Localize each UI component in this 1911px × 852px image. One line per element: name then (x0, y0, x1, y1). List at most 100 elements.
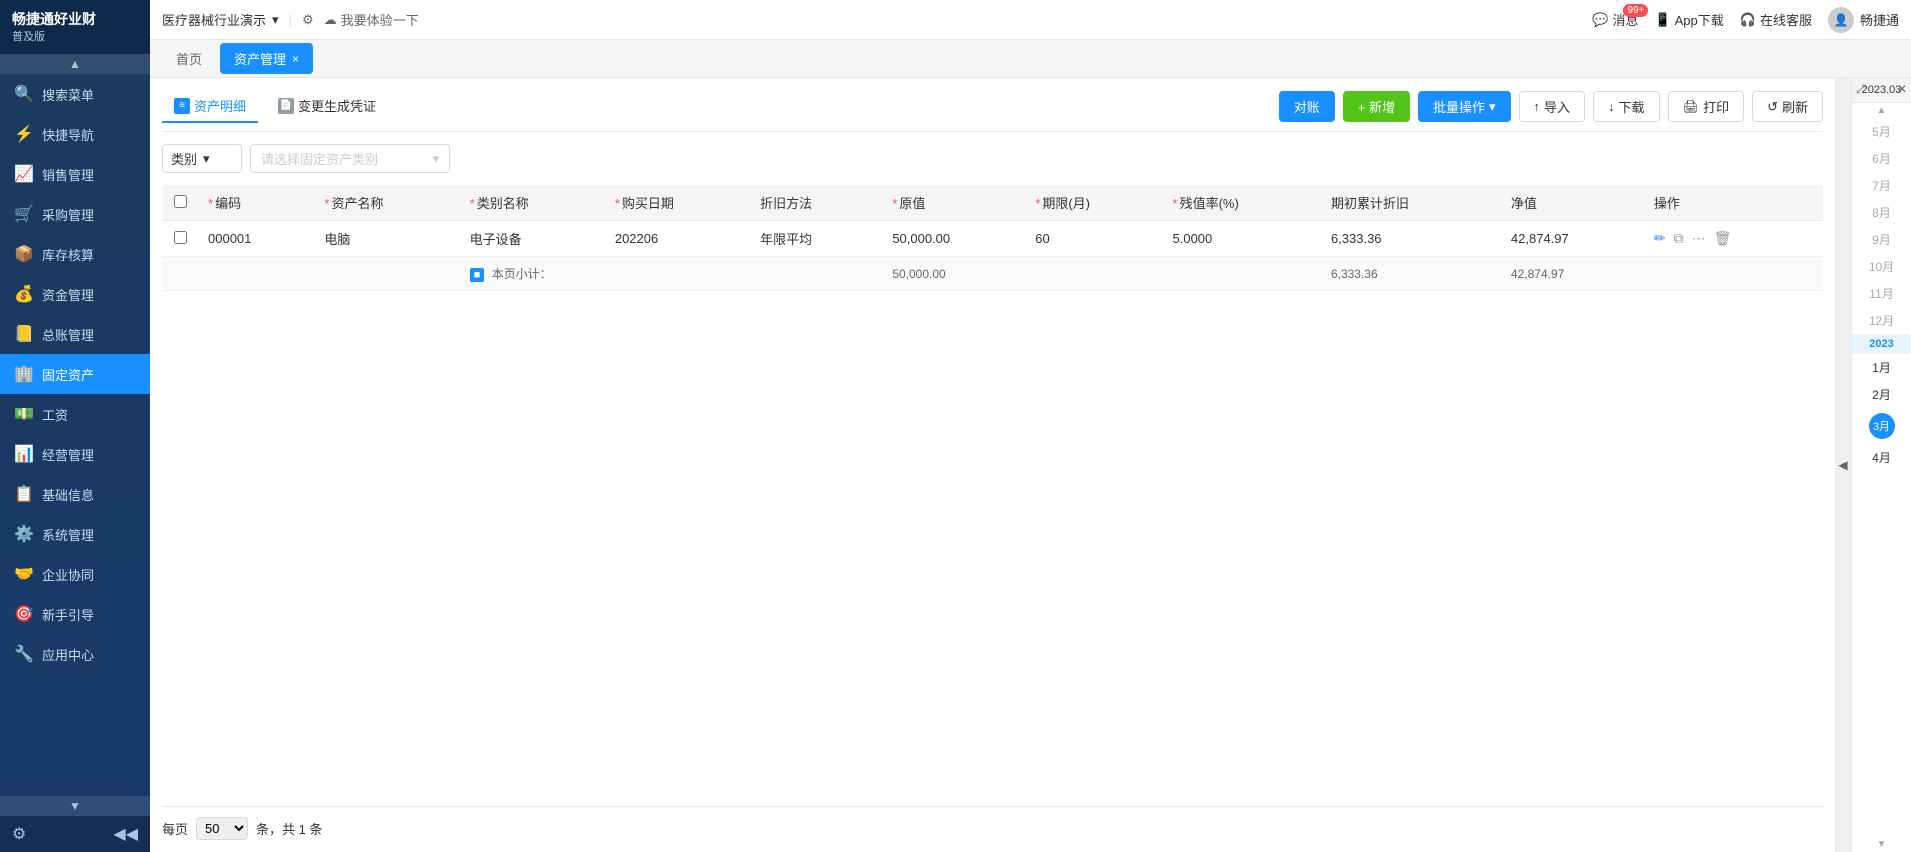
sidebar-item-basic-info[interactable]: 📋 基础信息 (0, 474, 150, 514)
message-button[interactable]: 💬 消息 99+ (1592, 10, 1638, 29)
calendar-month-11[interactable]: 11月 (1852, 280, 1911, 307)
calendar-month-5[interactable]: 5月 (1852, 118, 1911, 145)
calendar-scroll-up[interactable]: ▲ (1852, 103, 1911, 118)
batch-button[interactable]: 批量操作 ▾ (1418, 91, 1511, 122)
delete-icon[interactable]: 🗑 (1714, 230, 1732, 247)
ledger-icon: 📒 (14, 324, 34, 344)
filter-label: 类别 (171, 149, 197, 168)
sidebar-item-fixed-assets[interactable]: 🏢 固定资产 (0, 354, 150, 394)
cell-code: 000001 (198, 221, 314, 257)
sidebar-scroll-down[interactable]: ▼ (0, 796, 150, 816)
sidebar-item-capital[interactable]: 💰 资金管理 (0, 274, 150, 314)
tab-close-button[interactable]: × (292, 52, 299, 66)
sidebar-item-ledger[interactable]: 📒 总账管理 (0, 314, 150, 354)
calendar-month-1[interactable]: 1月 (1852, 354, 1911, 381)
settings-gear-icon[interactable]: ⚙ (302, 12, 314, 28)
app-center-icon: 🔧 (14, 644, 34, 664)
settings-icon[interactable]: ⚙ (12, 824, 26, 844)
refresh-label: 刷新 (1782, 97, 1808, 116)
sidebar-nav: 🔍 搜索菜单 ⚡ 快捷导航 📈 销售管理 🛒 采购管理 📦 库存核算 💰 资金管… (0, 74, 150, 796)
import-button[interactable]: ↑ 导入 (1519, 91, 1586, 122)
sidebar-item-label: 搜索菜单 (42, 85, 94, 104)
calendar-month-7[interactable]: 7月 (1852, 172, 1911, 199)
main-content: ≡ 资产明细 📄 变更生成凭证 对账 + 新增 批量操作 ▾ ↑ (150, 78, 1835, 852)
tab-asset-management[interactable]: 资产管理 × (220, 43, 313, 74)
cell-depreciation-method: 年限平均 (750, 221, 882, 257)
row-checkbox[interactable] (174, 231, 187, 244)
calendar-month-8[interactable]: 8月 (1852, 199, 1911, 226)
copy-icon[interactable]: ⧉ (1674, 230, 1684, 247)
cell-original-value: 50,000.00 (882, 221, 1025, 257)
calendar-month-12[interactable]: 12月 (1852, 307, 1911, 334)
col-original-value: *原值 (882, 185, 1025, 221)
collapse-icon[interactable]: ◀◀ (113, 824, 138, 844)
calendar-month-2[interactable]: 2月 (1852, 381, 1911, 408)
service-button[interactable]: 🎧 在线客服 (1740, 10, 1812, 29)
sidebar-item-app-center[interactable]: 🔧 应用中心 (0, 634, 150, 674)
category-filter[interactable]: 类别 ▾ (162, 144, 242, 173)
sidebar-item-search[interactable]: 🔍 搜索菜单 (0, 74, 150, 114)
right-panel-expand-button[interactable]: ⤢ (1856, 82, 1866, 97)
more-icon[interactable]: ⋯ (1692, 230, 1706, 247)
calendar-month-3-current[interactable]: 3月 (1869, 413, 1895, 439)
tab-home[interactable]: 首页 (162, 43, 216, 74)
sidebar-item-label: 快捷导航 (42, 125, 94, 144)
select-all-checkbox[interactable] (174, 195, 187, 208)
cell-name: 电脑 (314, 221, 459, 257)
download-button[interactable]: 📱 App下载 (1654, 10, 1723, 29)
sidebar-item-label: 经营管理 (42, 445, 94, 464)
right-panel-close-button[interactable]: ✕ (1897, 82, 1907, 96)
user-menu[interactable]: 👤 畅捷通 (1828, 7, 1899, 33)
experience-button[interactable]: ☁ 我要体验一下 (324, 10, 419, 29)
message-badge: 99+ (1623, 4, 1648, 17)
download-button[interactable]: ↓ 下载 (1593, 91, 1660, 122)
sidebar-item-inventory[interactable]: 📦 库存核算 (0, 234, 150, 274)
sidebar-item-label: 企业协同 (42, 565, 94, 584)
sub-tab-change-voucher[interactable]: 📄 变更生成凭证 (266, 90, 388, 123)
calendar-month-9[interactable]: 9月 (1852, 226, 1911, 253)
category-input[interactable]: 请选择固定资产类别 ▾ (250, 144, 450, 173)
calendar-month-4[interactable]: 4月 (1852, 444, 1911, 471)
panel-collapse-button[interactable]: ◀ (1835, 78, 1851, 852)
sidebar-item-quick-nav[interactable]: ⚡ 快捷导航 (0, 114, 150, 154)
sidebar-scroll-up[interactable]: ▲ (0, 54, 150, 74)
table-wrapper: *编码 *资产名称 *类别名称 *购买日期 折旧方法 *原值 *期限(月) *残… (162, 185, 1823, 798)
enterprise-icon: 🤝 (14, 564, 34, 584)
company-selector[interactable]: 医疗器械行业演示 ▾ (162, 10, 279, 29)
subtotal-original-value: 50,000.00 (882, 257, 1025, 291)
subtotal-row: ■ 本页小计： 50,000.00 6,333.36 42,874.97 (162, 257, 1823, 291)
tab-active-label: 资产管理 (234, 49, 286, 68)
sidebar-item-sales[interactable]: 📈 销售管理 (0, 154, 150, 194)
sidebar-item-payroll[interactable]: 💵 工资 (0, 394, 150, 434)
add-button[interactable]: + 新增 (1343, 91, 1410, 122)
per-page-select[interactable]: 50 10 20 100 (196, 817, 248, 840)
logo-sub: 普及版 (12, 28, 45, 44)
fixed-assets-icon: 🏢 (14, 364, 34, 384)
sidebar-item-label: 系统管理 (42, 525, 94, 544)
calendar-month-6[interactable]: 6月 (1852, 145, 1911, 172)
refresh-button[interactable]: ↺ 刷新 (1752, 91, 1823, 122)
calendar-month-10[interactable]: 10月 (1852, 253, 1911, 280)
account-button[interactable]: 对账 (1279, 91, 1335, 122)
col-code: *编码 (198, 185, 314, 221)
calendar-scroll-down[interactable]: ▼ (1852, 837, 1911, 852)
print-button[interactable]: 🖨 打印 (1668, 91, 1745, 122)
print-label: 打印 (1703, 97, 1729, 116)
sidebar-item-enterprise[interactable]: 🤝 企业协同 (0, 554, 150, 594)
download-icon: 📱 (1654, 12, 1670, 28)
edit-icon[interactable]: ✏ (1654, 230, 1666, 247)
download-icon2: ↓ (1608, 99, 1615, 114)
sidebar-item-purchase[interactable]: 🛒 采购管理 (0, 194, 150, 234)
sidebar-item-guide[interactable]: 🎯 新手引导 (0, 594, 150, 634)
company-name: 医疗器械行业演示 (162, 10, 266, 29)
asset-detail-icon: ≡ (174, 98, 190, 114)
sub-tab-asset-detail[interactable]: ≡ 资产明细 (162, 90, 258, 123)
sidebar-item-label: 库存核算 (42, 245, 94, 264)
sidebar-item-operations[interactable]: 📊 经营管理 (0, 434, 150, 474)
sidebar-item-label: 工资 (42, 405, 68, 424)
filter-input-dropdown: ▾ (432, 151, 439, 167)
sidebar-bottom: ⚙ ◀◀ (0, 816, 150, 852)
sidebar-item-label: 应用中心 (42, 645, 94, 664)
subtotal-net-value: 42,874.97 (1501, 257, 1644, 291)
sidebar-item-system[interactable]: ⚙️ 系统管理 (0, 514, 150, 554)
